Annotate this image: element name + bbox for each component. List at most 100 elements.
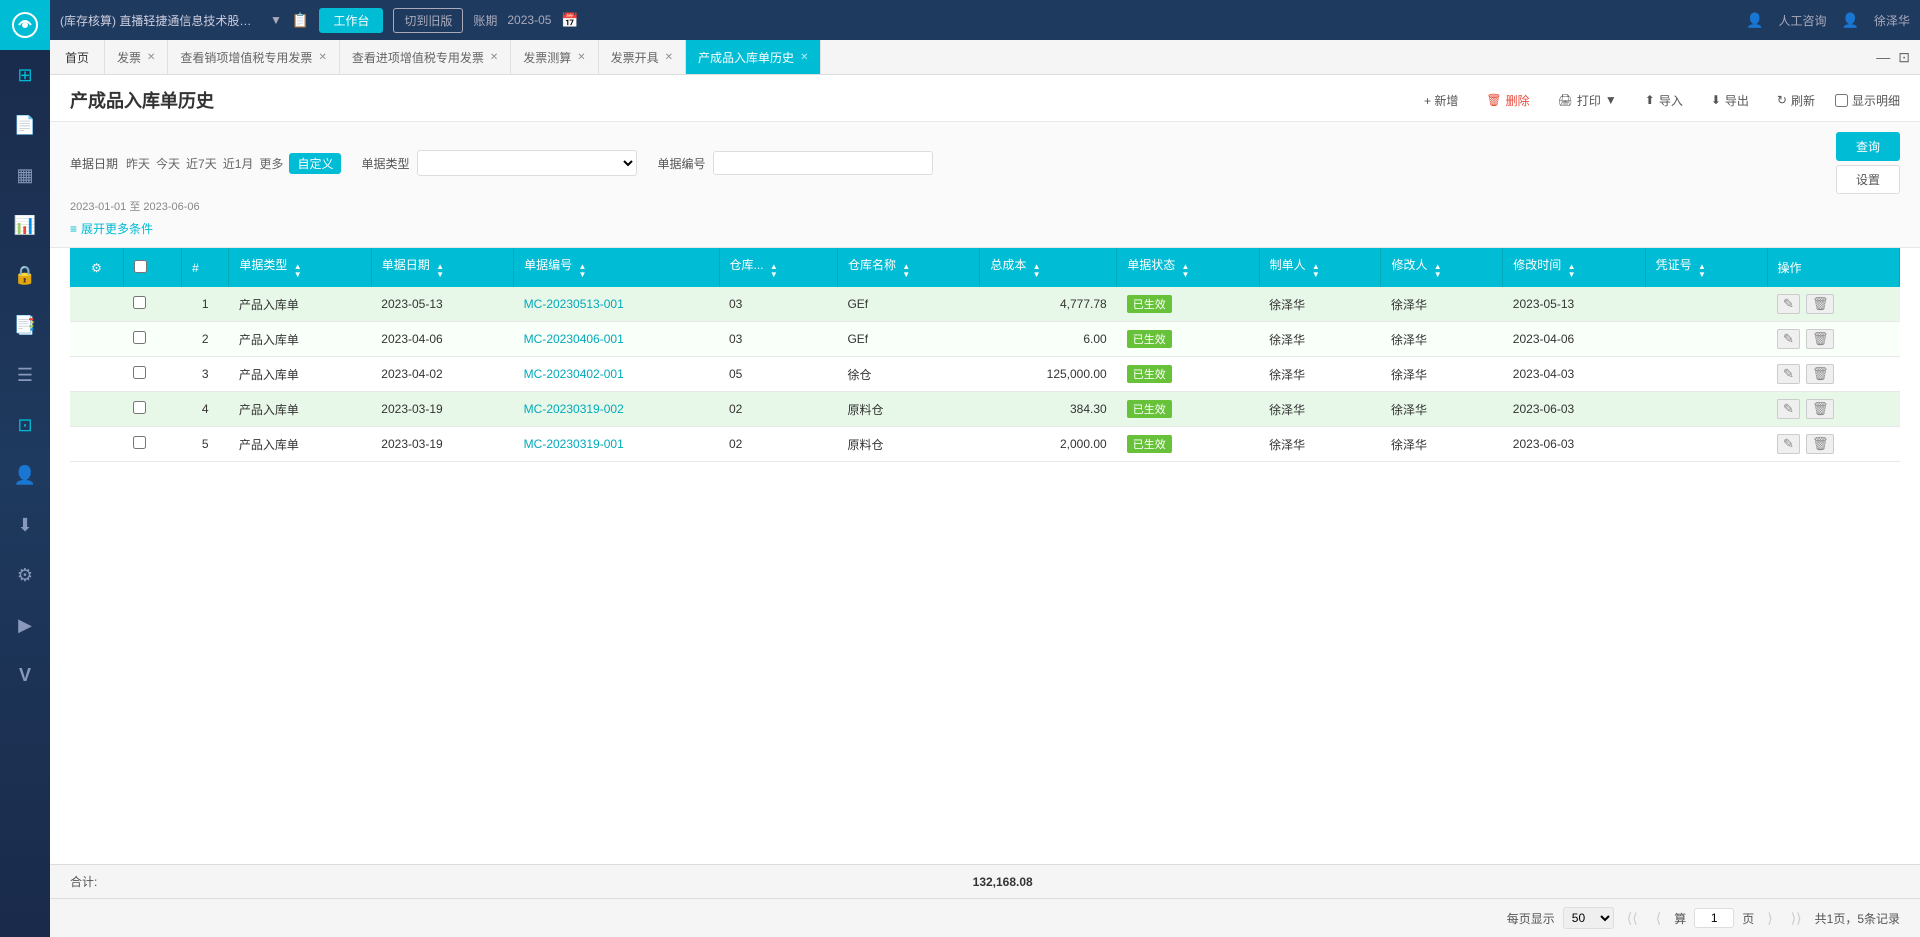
sidebar-item-lock[interactable]: 🔒 xyxy=(0,250,50,300)
th-doc-num[interactable]: 单据编号 ▲▼ xyxy=(514,248,719,287)
row-doc-num-cell[interactable]: MC-20230319-002 xyxy=(514,392,719,427)
print-button[interactable]: 🖨 打印 ▼ xyxy=(1550,88,1625,113)
row-checkbox[interactable] xyxy=(133,401,146,414)
th-warehouse-code[interactable]: 仓库... ▲▼ xyxy=(719,248,837,287)
sidebar-item-play[interactable]: ▶ xyxy=(0,600,50,650)
doc-type-select[interactable]: 产品入库单 xyxy=(417,150,637,176)
support-label[interactable]: 人工咨询 xyxy=(1779,12,1827,29)
row-checkbox[interactable] xyxy=(133,366,146,379)
tab-invoice-issue[interactable]: 发票开具 ✕ xyxy=(599,40,686,74)
th-modify-time[interactable]: 修改时间 ▲▼ xyxy=(1503,248,1645,287)
row-delete-button[interactable]: 🗑 xyxy=(1806,434,1835,454)
sidebar-item-table[interactable]: ⊡ xyxy=(0,400,50,450)
export-button[interactable]: ⬇ 导出 xyxy=(1703,88,1757,113)
filter-settings-button[interactable]: 设置 xyxy=(1836,165,1900,194)
show-detail-checkbox[interactable] xyxy=(1835,94,1848,107)
row-checkbox[interactable] xyxy=(133,331,146,344)
row-delete-button[interactable]: 🗑 xyxy=(1806,364,1835,384)
row-edit-button[interactable]: ✎ xyxy=(1777,294,1800,314)
tab-invoice-calc[interactable]: 发票测算 ✕ xyxy=(511,40,598,74)
sidebar-item-chart[interactable]: 📊 xyxy=(0,200,50,250)
sidebar-item-settings[interactable]: ⚙ xyxy=(0,550,50,600)
tab-view-input-vat-close[interactable]: ✕ xyxy=(490,52,498,63)
row-edit-button[interactable]: ✎ xyxy=(1777,434,1800,454)
row-doc-num-cell[interactable]: MC-20230402-001 xyxy=(514,357,719,392)
tab-maximize-button[interactable]: ⊡ xyxy=(1898,49,1910,66)
tab-product-inbound-close[interactable]: ✕ xyxy=(800,52,808,63)
row-checkbox-cell[interactable] xyxy=(123,322,181,357)
page-first-button[interactable]: ⟨⟨ xyxy=(1622,908,1643,929)
tab-view-output-vat-close[interactable]: ✕ xyxy=(318,52,326,63)
refresh-button[interactable]: ↻ 刷新 xyxy=(1769,88,1823,113)
row-edit-button[interactable]: ✎ xyxy=(1777,364,1800,384)
doc-num-link[interactable]: MC-20230319-001 xyxy=(524,437,624,451)
th-total-cost[interactable]: 总成本 ▲▼ xyxy=(980,248,1117,287)
row-edit-button[interactable]: ✎ xyxy=(1777,329,1800,349)
tab-product-inbound[interactable]: 产成品入库单历史 ✕ xyxy=(686,40,821,74)
title-dropdown-icon[interactable]: ▼ xyxy=(270,13,282,27)
doc-num-input[interactable] xyxy=(713,151,933,175)
tab-minimize-button[interactable]: — xyxy=(1876,49,1890,65)
doc-num-link[interactable]: MC-20230513-001 xyxy=(524,297,624,311)
sidebar-item-accounts[interactable]: 📑 xyxy=(0,300,50,350)
sidebar-item-scan[interactable]: ▦ xyxy=(0,150,50,200)
row-delete-button[interactable]: 🗑 xyxy=(1806,294,1835,314)
th-settings[interactable]: ⚙ xyxy=(70,248,123,287)
page-prev-button[interactable]: ⟨ xyxy=(1651,908,1666,929)
tab-invoice[interactable]: 发票 ✕ xyxy=(105,40,168,74)
sidebar-item-home[interactable]: ⊞ xyxy=(0,50,50,100)
delete-button[interactable]: 🗑 删除 xyxy=(1478,88,1537,113)
workbench-button[interactable]: 工作台 xyxy=(319,8,383,33)
row-checkbox[interactable] xyxy=(133,296,146,309)
tab-invoice-close[interactable]: ✕ xyxy=(147,52,155,63)
row-delete-button[interactable]: 🗑 xyxy=(1806,329,1835,349)
doc-num-link[interactable]: MC-20230406-001 xyxy=(524,332,624,346)
row-delete-button[interactable]: 🗑 xyxy=(1806,399,1835,419)
th-modifier[interactable]: 修改人 ▲▼ xyxy=(1381,248,1503,287)
sidebar-item-v[interactable]: V xyxy=(0,650,50,700)
doc-icon[interactable]: 📋 xyxy=(292,12,309,29)
show-detail-checkbox-label[interactable]: 显示明细 xyxy=(1835,92,1900,109)
expand-conditions[interactable]: ≡ 展开更多条件 xyxy=(70,220,1900,237)
query-button[interactable]: 查询 xyxy=(1836,132,1900,161)
sidebar-item-list[interactable]: ☰ xyxy=(0,350,50,400)
row-checkbox-cell[interactable] xyxy=(123,287,181,322)
th-doc-status[interactable]: 单据状态 ▲▼ xyxy=(1117,248,1259,287)
th-voucher[interactable]: 凭证号 ▲▼ xyxy=(1645,248,1767,287)
doc-num-link[interactable]: MC-20230319-002 xyxy=(524,402,624,416)
sidebar-item-person[interactable]: 👤 xyxy=(0,450,50,500)
select-all-checkbox[interactable] xyxy=(134,260,147,273)
new-button[interactable]: + 新增 xyxy=(1416,88,1466,113)
per-page-select[interactable]: 10 20 50 100 xyxy=(1563,907,1614,929)
row-checkbox-cell[interactable] xyxy=(123,392,181,427)
row-checkbox-cell[interactable] xyxy=(123,357,181,392)
doc-num-link[interactable]: MC-20230402-001 xyxy=(524,367,624,381)
import-button[interactable]: ⬆ 导入 xyxy=(1637,88,1691,113)
tab-view-output-vat[interactable]: 查看销项增值税专用发票 ✕ xyxy=(168,40,339,74)
switch-old-button[interactable]: 切到旧版 xyxy=(393,8,463,33)
shortcut-today[interactable]: 今天 xyxy=(156,155,180,172)
sidebar-item-bills[interactable]: 📄 xyxy=(0,100,50,150)
row-checkbox[interactable] xyxy=(133,436,146,449)
th-doc-date[interactable]: 单据日期 ▲▼ xyxy=(371,248,513,287)
shortcut-7days[interactable]: 近7天 xyxy=(186,155,217,172)
shortcut-custom[interactable]: 自定义 xyxy=(289,153,341,174)
shortcut-1month[interactable]: 近1月 xyxy=(223,155,254,172)
row-doc-num-cell[interactable]: MC-20230406-001 xyxy=(514,322,719,357)
calendar-icon[interactable]: 📅 xyxy=(561,12,578,29)
tab-home[interactable]: 首页 xyxy=(50,40,105,74)
row-doc-num-cell[interactable]: MC-20230319-001 xyxy=(514,427,719,462)
username[interactable]: 徐泽华 xyxy=(1874,12,1910,29)
row-checkbox-cell[interactable] xyxy=(123,427,181,462)
th-doc-type[interactable]: 单据类型 ▲▼ xyxy=(229,248,371,287)
page-last-button[interactable]: ⟩⟩ xyxy=(1786,908,1807,929)
row-doc-num-cell[interactable]: MC-20230513-001 xyxy=(514,287,719,322)
tab-view-input-vat[interactable]: 查看进项增值税专用发票 ✕ xyxy=(340,40,511,74)
th-checkbox[interactable] xyxy=(123,248,181,287)
th-warehouse-name[interactable]: 仓库名称 ▲▼ xyxy=(837,248,979,287)
tab-invoice-calc-close[interactable]: ✕ xyxy=(577,52,585,63)
shortcut-more[interactable]: 更多 xyxy=(259,155,283,172)
th-creator[interactable]: 制单人 ▲▼ xyxy=(1259,248,1381,287)
tab-invoice-issue-close[interactable]: ✕ xyxy=(665,52,673,63)
page-next-button[interactable]: ⟩ xyxy=(1762,908,1777,929)
